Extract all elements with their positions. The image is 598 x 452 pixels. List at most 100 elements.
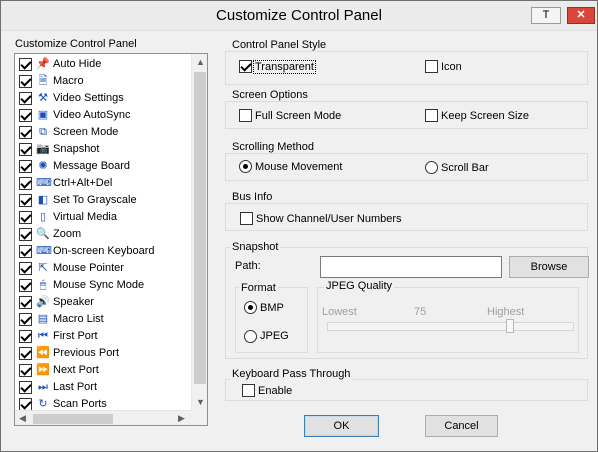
- pin-title-button[interactable]: T: [531, 7, 561, 24]
- enable-checkbox[interactable]: [242, 384, 255, 397]
- icon-checkbox[interactable]: [425, 60, 438, 73]
- icon-label[interactable]: Icon: [441, 61, 462, 73]
- window-title: Customize Control Panel: [216, 7, 382, 24]
- list-item-label: Message Board: [53, 160, 131, 172]
- jpeg-quality-slider-track[interactable]: [327, 322, 574, 331]
- zoom-icon: 🔍: [36, 228, 50, 240]
- ok-button[interactable]: OK: [304, 415, 379, 437]
- list-item[interactable]: ⌨ On-screen Keyboard: [15, 243, 191, 260]
- full-screen-checkbox[interactable]: [239, 109, 252, 122]
- list-item-checkbox[interactable]: [19, 160, 32, 173]
- list-item-checkbox[interactable]: [19, 364, 32, 377]
- scroll-bar-label[interactable]: Scroll Bar: [441, 162, 489, 174]
- jpeg-quality-group: [317, 287, 579, 353]
- list-item[interactable]: ⏮ First Port: [15, 328, 191, 345]
- bmp-label[interactable]: BMP: [260, 302, 284, 314]
- list-item-label: Macro: [53, 75, 84, 87]
- scroll-up-icon[interactable]: ▲: [196, 57, 205, 67]
- list-item-checkbox[interactable]: [19, 92, 32, 105]
- list-item-checkbox[interactable]: [19, 194, 32, 207]
- control-panel-style-title: Control Panel Style: [230, 39, 329, 51]
- path-input[interactable]: [320, 256, 502, 278]
- list-item-checkbox[interactable]: [19, 347, 32, 360]
- list-item-label: Zoom: [53, 228, 82, 240]
- list-item-checkbox[interactable]: [19, 211, 32, 224]
- list-item[interactable]: 📌 Auto Hide: [15, 56, 191, 73]
- list-item-checkbox[interactable]: [19, 126, 32, 139]
- enable-label[interactable]: Enable: [258, 385, 292, 397]
- scroll-left-icon[interactable]: ◀: [19, 413, 26, 424]
- list-item[interactable]: ✺ Message Board: [15, 158, 191, 175]
- list-item-label: Screen Mode: [53, 126, 119, 138]
- bmp-radio[interactable]: [244, 301, 257, 314]
- show-channel-label[interactable]: Show Channel/User Numbers: [256, 213, 402, 225]
- vertical-scroll-thumb[interactable]: [194, 72, 206, 384]
- scroll-right-icon[interactable]: ▶: [178, 413, 185, 424]
- list-item-label: Video AutoSync: [53, 109, 131, 121]
- list-item[interactable]: ⏪ Previous Port: [15, 345, 191, 362]
- list-item-label: Auto Hide: [53, 58, 102, 70]
- keep-screen-size-label[interactable]: Keep Screen Size: [441, 110, 529, 122]
- vertical-scrollbar[interactable]: ▲ ▼: [191, 54, 207, 410]
- list-item-checkbox[interactable]: [19, 279, 32, 292]
- screen-mode-icon: ⧉: [39, 126, 47, 138]
- list-item-label: Scan Ports: [53, 398, 107, 410]
- keep-screen-size-checkbox[interactable]: [425, 109, 438, 122]
- list-item-checkbox[interactable]: [19, 262, 32, 275]
- path-label: Path:: [235, 260, 261, 272]
- list-item[interactable]: ⧉ Screen Mode: [15, 124, 191, 141]
- list-item-checkbox[interactable]: [19, 75, 32, 88]
- jpeg-radio[interactable]: [244, 330, 257, 343]
- list-item[interactable]: 🔊 Speaker: [15, 294, 191, 311]
- list-item-label: Virtual Media: [53, 211, 117, 223]
- list-item-checkbox[interactable]: [19, 330, 32, 343]
- transparent-checkbox[interactable]: [239, 60, 252, 73]
- list-item[interactable]: 🗎 Macro: [15, 73, 191, 90]
- mouse-movement-label[interactable]: Mouse Movement: [255, 161, 342, 173]
- list-item[interactable]: ⌨ Ctrl+Alt+Del: [15, 175, 191, 192]
- transparent-label[interactable]: Transparent: [253, 60, 316, 74]
- list-item[interactable]: ◧ Set To Grayscale: [15, 192, 191, 209]
- list-item-checkbox[interactable]: [19, 143, 32, 156]
- scroll-down-icon[interactable]: ▼: [196, 397, 205, 407]
- list-item-checkbox[interactable]: [19, 177, 32, 190]
- cancel-button[interactable]: Cancel: [425, 415, 498, 437]
- list-item[interactable]: ⏭ Last Port: [15, 379, 191, 396]
- list-item[interactable]: ⇱ Mouse Pointer: [15, 260, 191, 277]
- show-channel-checkbox[interactable]: [240, 212, 253, 225]
- jpeg-label[interactable]: JPEG: [260, 330, 289, 342]
- scroll-bar-radio[interactable]: [425, 161, 438, 174]
- full-screen-label[interactable]: Full Screen Mode: [255, 110, 341, 122]
- format-title: Format: [239, 282, 278, 294]
- horizontal-scrollbar[interactable]: ◀ ▶: [15, 410, 191, 425]
- list-item-label: Previous Port: [53, 347, 120, 359]
- list-item-checkbox[interactable]: [19, 228, 32, 241]
- close-button[interactable]: ✕: [567, 7, 595, 24]
- list-item-checkbox[interactable]: [19, 296, 32, 309]
- list-item[interactable]: ▣ Video AutoSync: [15, 107, 191, 124]
- list-item[interactable]: ⚒ Video Settings: [15, 90, 191, 107]
- next-port-icon: ⏩: [36, 364, 50, 376]
- list-item[interactable]: 🔍 Zoom: [15, 226, 191, 243]
- customize-items-list[interactable]: 📌 Auto Hide 🗎 Macro ⚒ Video Settings ▣ Video Au…: [14, 53, 208, 426]
- list-item-checkbox[interactable]: [19, 109, 32, 122]
- list-item-label: Snapshot: [53, 143, 100, 155]
- list-item[interactable]: ⏩ Next Port: [15, 362, 191, 379]
- list-item-checkbox[interactable]: [19, 381, 32, 394]
- list-item-label: Video Settings: [53, 92, 124, 104]
- list-item[interactable]: 🖱 Mouse Sync Mode: [15, 277, 191, 294]
- list-item-checkbox[interactable]: [19, 313, 32, 326]
- list-item[interactable]: 📷 Snapshot: [15, 141, 191, 158]
- snapshot-title: Snapshot: [230, 241, 281, 253]
- list-item-label: Mouse Sync Mode: [53, 279, 145, 291]
- list-item-checkbox[interactable]: [19, 245, 32, 258]
- horizontal-scroll-thumb[interactable]: [33, 414, 113, 424]
- scroll-corner: [191, 410, 207, 425]
- browse-button[interactable]: Browse: [509, 256, 589, 278]
- list-item[interactable]: ▯ Virtual Media: [15, 209, 191, 226]
- list-item-checkbox[interactable]: [19, 58, 32, 71]
- jpeg-quality-slider-thumb[interactable]: [506, 319, 515, 333]
- mouse-movement-radio[interactable]: [239, 160, 252, 173]
- list-item[interactable]: ▤ Macro List: [15, 311, 191, 328]
- lowest-label: Lowest: [322, 306, 357, 318]
